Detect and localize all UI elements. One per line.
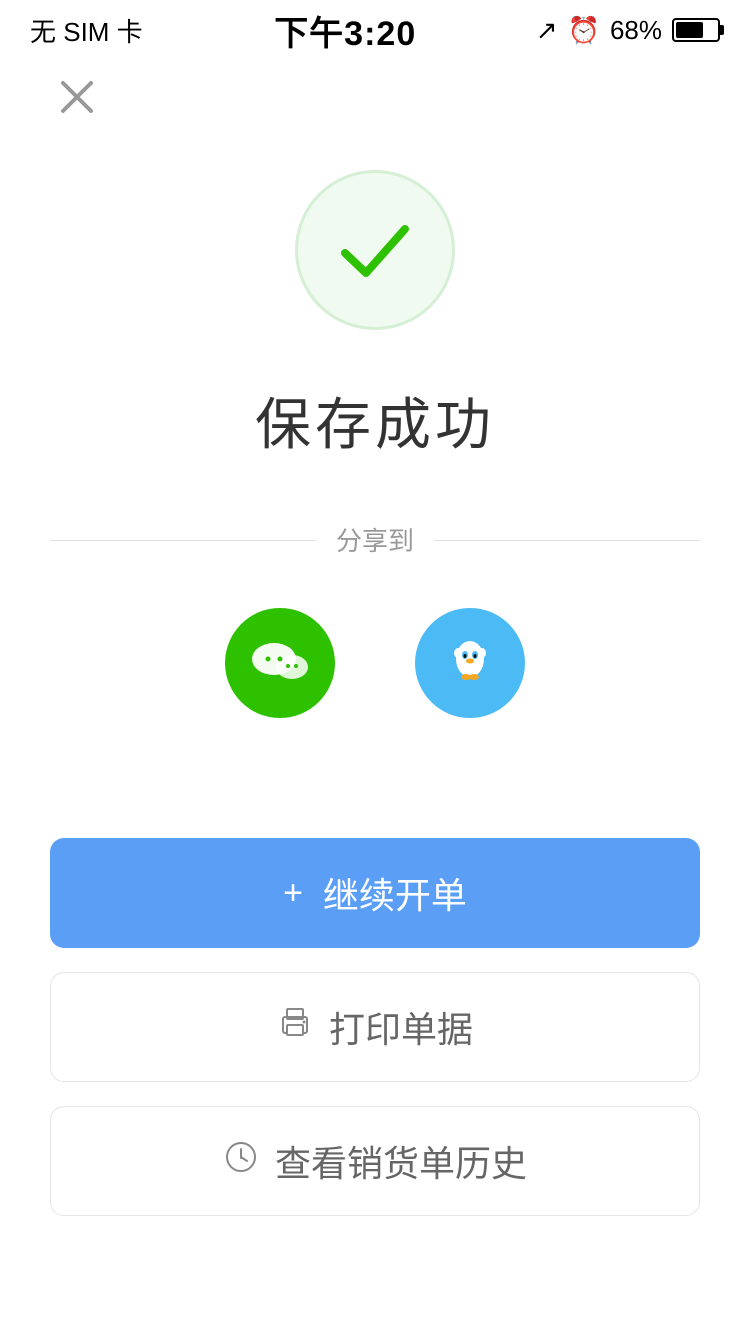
print-icon bbox=[277, 1005, 313, 1050]
close-button[interactable] bbox=[50, 70, 104, 124]
continue-label: 继续开单 bbox=[323, 867, 467, 919]
main-content: 保存成功 分享到 bbox=[0, 60, 750, 1216]
share-divider: 分享到 bbox=[50, 521, 700, 558]
qq-icon bbox=[438, 631, 502, 695]
history-button[interactable]: 查看销货单历史 bbox=[50, 1106, 700, 1216]
status-left: 无 SIM 卡 bbox=[30, 12, 155, 49]
wechat-icon bbox=[248, 631, 312, 695]
history-label: 查看销货单历史 bbox=[275, 1135, 527, 1187]
share-label: 分享到 bbox=[316, 521, 434, 558]
status-time: 下午3:20 bbox=[274, 6, 416, 55]
print-label: 打印单据 bbox=[329, 1001, 473, 1053]
battery-icon bbox=[672, 18, 720, 42]
history-icon bbox=[223, 1139, 259, 1184]
share-icons bbox=[50, 608, 700, 718]
checkmark-icon bbox=[330, 205, 420, 295]
qq-share-button[interactable] bbox=[415, 608, 525, 718]
action-buttons: + 继续开单 打印单据 查看销货单历史 bbox=[0, 838, 750, 1216]
success-icon-circle bbox=[295, 170, 455, 330]
continue-order-button[interactable]: + 继续开单 bbox=[50, 838, 700, 948]
continue-icon: + bbox=[283, 874, 303, 913]
alarm-icon: ⏰ bbox=[568, 15, 600, 46]
location-icon: ↗ bbox=[536, 15, 558, 46]
carrier-text: 无 SIM 卡 bbox=[30, 12, 143, 49]
success-title: 保存成功 bbox=[255, 380, 495, 461]
share-section: 分享到 bbox=[0, 521, 750, 798]
battery-percent: 68% bbox=[610, 15, 662, 46]
print-button[interactable]: 打印单据 bbox=[50, 972, 700, 1082]
status-bar: 无 SIM 卡 下午3:20 ↗ ⏰ 68% bbox=[0, 0, 750, 60]
wechat-share-button[interactable] bbox=[225, 608, 335, 718]
status-right: ↗ ⏰ 68% bbox=[536, 15, 720, 46]
